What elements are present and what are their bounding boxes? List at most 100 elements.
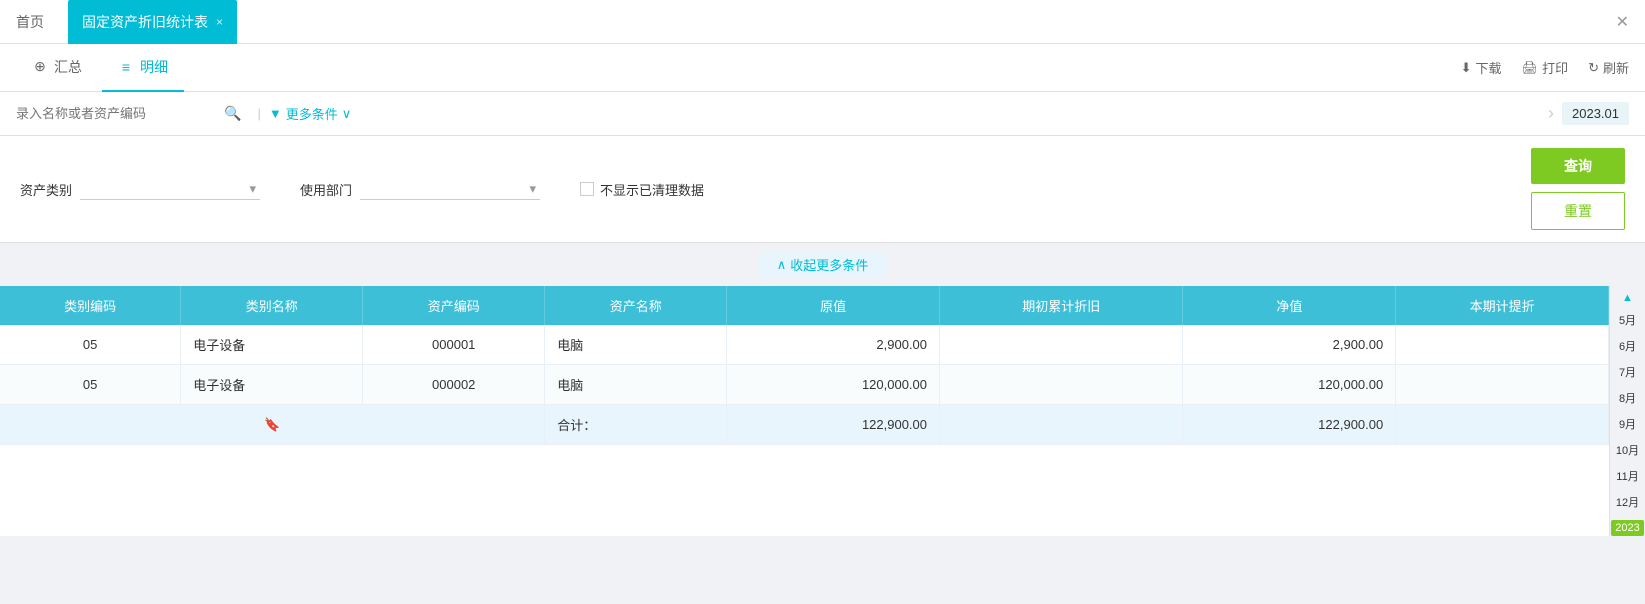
date-indicator: 2023.01 (1562, 102, 1629, 125)
cell-asset-name: 电脑 (545, 325, 727, 365)
col-header-asset-name: 资产名称 (545, 286, 727, 325)
cell-category: 电子设备 (181, 325, 363, 365)
summary-icon: ⊕ (32, 59, 48, 75)
tab-summary-label: 汇总 (54, 57, 82, 77)
col-header-category: 类别名称 (181, 286, 363, 325)
print-button[interactable]: 🖨 打印 (1522, 58, 1569, 77)
sidebar-month-6[interactable]: 6月 (1610, 334, 1645, 358)
sub-tabs-left: ⊕ 汇总 ≡ 明细 (16, 44, 184, 92)
cell-net-value: 120,000.00 (1183, 365, 1396, 405)
filter-row: 资产类别 ▾ 使用部门 ▾ 不显示已清理数据 查询 重置 (20, 148, 1625, 230)
asset-type-arrow: ▾ (249, 181, 256, 197)
tab-detail[interactable]: ≡ 明细 (102, 44, 184, 92)
col-header-code: 类别编码 (0, 286, 181, 325)
department-select[interactable]: ▾ (360, 179, 540, 200)
more-conditions-button[interactable]: ▼ 更多条件 ∨ (269, 104, 351, 123)
main-area: 类别编码 类别名称 资产编码 资产名称 原值 期初累计折旧 净值 本期计提折 0… (0, 286, 1645, 536)
department-group: 使用部门 ▾ (300, 179, 540, 200)
nav-home[interactable]: 首页 (16, 12, 44, 32)
summary-original-value: 122,900.00 (727, 405, 940, 445)
advanced-filters: 资产类别 ▾ 使用部门 ▾ 不显示已清理数据 查询 重置 (0, 136, 1645, 243)
sidebar-month-9[interactable]: 9月 (1610, 412, 1645, 436)
sidebar-month-12[interactable]: 12月 (1610, 490, 1645, 514)
filter-actions: 查询 重置 (1531, 148, 1625, 230)
download-button[interactable]: ⬇ 下载 (1461, 58, 1502, 77)
cell-net-value: 2,900.00 (1183, 325, 1396, 365)
cell-code: 05 (0, 365, 181, 405)
tab-close-icon[interactable]: × (216, 15, 223, 29)
cell-current-depreciation (1396, 325, 1609, 365)
table-container: 类别编码 类别名称 资产编码 资产名称 原值 期初累计折旧 净值 本期计提折 0… (0, 286, 1609, 536)
filter-divider: | (257, 106, 260, 121)
summary-accum-depreciation (940, 405, 1183, 445)
collapse-up-icon: ∧ (777, 257, 787, 273)
cell-category: 电子设备 (181, 365, 363, 405)
cell-asset-name: 电脑 (545, 365, 727, 405)
table-row: 05 电子设备 000001 电脑 2,900.00 2,900.00 (0, 325, 1609, 365)
department-label: 使用部门 (300, 180, 352, 199)
sub-tabs: ⊕ 汇总 ≡ 明细 ⬇ 下载 🖨 打印 ↻ 刷新 (0, 44, 1645, 92)
cell-asset-code: 000002 (363, 365, 545, 405)
col-header-accum-depreciation: 期初累计折旧 (940, 286, 1183, 325)
download-icon: ⬇ (1461, 60, 1472, 76)
collapse-inner: ∧ 收起更多条件 (757, 251, 889, 278)
reset-button[interactable]: 重置 (1531, 192, 1625, 230)
year-badge: 2023 (1611, 520, 1643, 536)
cell-current-depreciation (1396, 365, 1609, 405)
col-header-net-value: 净值 (1183, 286, 1396, 325)
tab-summary[interactable]: ⊕ 汇总 (16, 44, 98, 92)
col-header-current-depreciation: 本期计提折 (1396, 286, 1609, 325)
scroll-up-icon[interactable]: ▲ (1620, 290, 1635, 306)
sidebar-month-7[interactable]: 7月 (1610, 360, 1645, 384)
col-header-asset-code: 资产编码 (363, 286, 545, 325)
refresh-icon: ↻ (1588, 60, 1599, 76)
filter-icon: ▼ (269, 106, 282, 121)
sidebar-month-10[interactable]: 10月 (1610, 438, 1645, 462)
tab-label: 固定资产折旧统计表 (82, 12, 208, 32)
cell-accum-depreciation (940, 325, 1183, 365)
sidebar-month-8[interactable]: 8月 (1610, 386, 1645, 410)
asset-type-group: 资产类别 ▾ (20, 179, 260, 200)
table-header-row: 类别编码 类别名称 资产编码 资产名称 原值 期初累计折旧 净值 本期计提折 (0, 286, 1609, 325)
hide-cleared-group: 不显示已清理数据 (580, 180, 704, 199)
cell-original-value: 2,900.00 (727, 325, 940, 365)
asset-type-select[interactable]: ▾ (80, 179, 260, 200)
refresh-button[interactable]: ↻ 刷新 (1588, 58, 1629, 77)
collapse-bar[interactable]: ∧ 收起更多条件 (0, 243, 1645, 286)
table-row: 05 电子设备 000002 电脑 120,000.00 120,000.00 (0, 365, 1609, 405)
table-summary-row: 🔖 合计： 122,900.00 122,900.00 (0, 405, 1609, 445)
department-arrow: ▾ (530, 181, 537, 197)
col-header-original-value: 原值 (727, 286, 940, 325)
detail-icon: ≡ (118, 59, 134, 75)
summary-net-value: 122,900.00 (1183, 405, 1396, 445)
search-input[interactable] (16, 106, 216, 121)
sidebar-month-5[interactable]: 5月 (1610, 308, 1645, 332)
window-close-icon[interactable]: ✕ (1616, 12, 1629, 32)
cell-original-value: 120,000.00 (727, 365, 940, 405)
cell-code: 05 (0, 325, 181, 365)
tab-detail-label: 明细 (140, 57, 168, 77)
print-icon: 🖨 (1522, 60, 1539, 76)
top-nav: 首页 固定资产折旧统计表 × ✕ (0, 0, 1645, 44)
download-label: 下载 (1476, 58, 1502, 77)
refresh-label: 刷新 (1603, 58, 1629, 77)
summary-current-depreciation (1396, 405, 1609, 445)
toolbar-right: ⬇ 下载 🖨 打印 ↻ 刷新 (1461, 58, 1629, 77)
data-table: 类别编码 类别名称 资产编码 资产名称 原值 期初累计折旧 净值 本期计提折 0… (0, 286, 1609, 445)
query-button[interactable]: 查询 (1531, 148, 1625, 184)
sidebar-month-11[interactable]: 11月 (1610, 464, 1645, 488)
active-tab[interactable]: 固定资产折旧统计表 × (68, 0, 237, 44)
right-sidebar: ▲ 5月 6月 7月 8月 9月 10月 11月 12月 2023 (1609, 286, 1645, 536)
search-icon[interactable]: 🔍 (224, 105, 241, 122)
filter-bar: 🔍 | ▼ 更多条件 ∨ › 2023.01 (0, 92, 1645, 136)
more-conditions-arrow: ∨ (342, 106, 352, 122)
hide-cleared-checkbox[interactable] (580, 182, 594, 196)
hide-cleared-label: 不显示已清理数据 (600, 180, 704, 199)
print-label: 打印 (1542, 58, 1568, 77)
more-conditions-label: 更多条件 (286, 104, 338, 123)
asset-type-label: 资产类别 (20, 180, 72, 199)
collapse-label: 收起更多条件 (790, 255, 868, 274)
summary-label: 合计： (545, 405, 727, 445)
summary-icon-cell: 🔖 (0, 405, 545, 445)
panel-toggle-icon[interactable]: › (1548, 103, 1554, 124)
